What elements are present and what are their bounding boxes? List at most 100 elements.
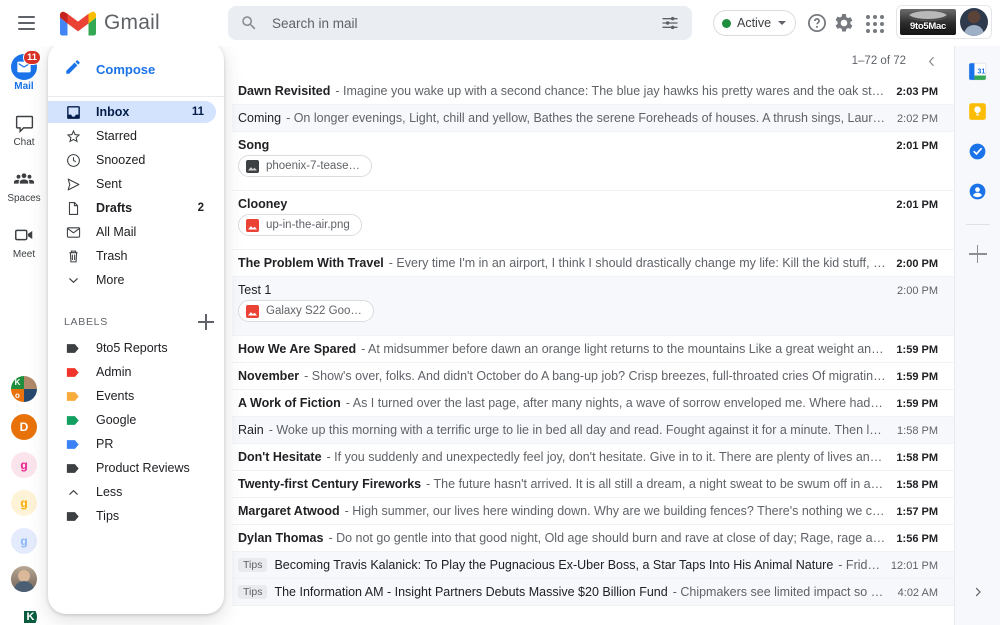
email-subject: Don't Hesitate (238, 450, 322, 464)
account-logo-text: 9to5Mac (910, 21, 946, 32)
email-snippet: - Do not go gentle into that good night,… (328, 531, 886, 545)
sidebar-label-pr[interactable]: PR (48, 433, 216, 455)
inbox-icon (64, 103, 82, 121)
search-input[interactable] (270, 14, 660, 32)
tasks-icon[interactable] (967, 140, 989, 162)
sidebar-item-snoozed[interactable]: Snoozed (48, 149, 216, 171)
attachment-chip[interactable]: phoenix-7-tease… (238, 155, 372, 177)
sidebar-item-label: Starred (96, 129, 137, 143)
sidebar-label-product-reviews[interactable]: Product Reviews (48, 457, 216, 479)
status-pill[interactable]: Active (713, 10, 797, 36)
email-timestamp: 2:02 PM (897, 113, 938, 125)
table-row[interactable]: Coming - On longer evenings, Light, chill… (232, 105, 954, 132)
sidebar-item-count: 11 (191, 106, 204, 118)
attachment-chip[interactable]: Galaxy S22 Goo… (238, 300, 374, 322)
email-timestamp: 1:58 PM (897, 425, 938, 437)
calendar-icon[interactable]: 31 (967, 60, 989, 82)
avatar-g-yellow[interactable]: g (11, 490, 37, 516)
avatar-g-pink[interactable]: g (11, 452, 37, 478)
chevron-right-icon[interactable] (967, 581, 989, 603)
sidebar-label-text: Tips (96, 509, 120, 523)
status-label: Active (737, 16, 772, 30)
table-row[interactable]: A Work of Fiction - As I turned over the … (232, 390, 954, 417)
labels-header: LABELS (48, 309, 224, 335)
rail-item-mail[interactable]: 11 Mail (0, 46, 48, 102)
sidebar-label-text: Less (96, 485, 123, 499)
group-avatar-2[interactable]: K (11, 604, 37, 625)
table-row[interactable]: Dylan Thomas - Do not go gentle into that… (232, 525, 954, 552)
email-timestamp: 2:00 PM (897, 285, 938, 297)
email-snippet: - Imagine you wake up with a second chan… (335, 84, 886, 98)
email-row-content: Dawn Revisited - Imagine you wake up with… (238, 78, 886, 104)
compose-button[interactable]: Compose (48, 48, 224, 90)
table-row[interactable]: How We Are Spared - At midsummer before d… (232, 336, 954, 363)
sidebar-label-tips[interactable]: Tips (48, 505, 216, 527)
sidebar-item-starred[interactable]: Starred (48, 125, 216, 147)
rail-item-spaces[interactable]: Spaces (0, 158, 48, 214)
table-row[interactable]: The Problem With Travel - Every time I'm … (232, 250, 954, 277)
table-row[interactable]: Rain - Woke up this morning with a terrif… (232, 417, 954, 444)
sidebar-label-less[interactable]: Less (48, 481, 216, 503)
rail-item-meet[interactable]: Meet (0, 214, 48, 270)
contacts-icon[interactable] (967, 180, 989, 202)
group-avatar-1[interactable]: Ko (11, 376, 37, 402)
side-panel-divider (965, 224, 990, 225)
email-timestamp: 12:01 PM (890, 560, 938, 572)
avatar[interactable] (960, 8, 988, 36)
table-row[interactable]: Test 1 Galaxy S22 Goo… 2:00 PM (232, 277, 954, 336)
attachment-chip[interactable]: up-in-the-air.png (238, 214, 362, 236)
search-options-icon[interactable] (660, 13, 680, 33)
table-row[interactable]: Twenty-first Century Fireworks - The futu… (232, 471, 954, 498)
compose-label: Compose (96, 61, 156, 77)
help-icon[interactable] (805, 11, 829, 35)
avatar-photo[interactable] (11, 566, 37, 592)
email-subject-line: Clooney (238, 197, 886, 211)
sidebar-label-google[interactable]: Google (48, 409, 216, 431)
email-snippet: - High summer, our lives here winding do… (344, 504, 886, 518)
email-timestamp: 1:58 PM (896, 452, 938, 464)
gear-icon[interactable] (831, 11, 855, 35)
email-snippet: - Chipmakers see limited impact so far f… (672, 585, 886, 599)
email-subject-line: Rain - Woke up this morning with a terrif… (238, 423, 886, 437)
account-box[interactable]: 9to5Mac (896, 5, 992, 39)
sidebar-label-events[interactable]: Events (48, 385, 216, 407)
table-row[interactable]: Song phoenix-7-tease… 2:01 PM (232, 132, 954, 191)
sidebar-item-all-mail[interactable]: All Mail (48, 221, 216, 243)
brand: Gmail (60, 10, 160, 37)
table-row[interactable]: Don't Hesitate - If you suddenly and unex… (232, 444, 954, 471)
table-row[interactable]: Margaret Atwood - High summer, our lives … (232, 498, 954, 525)
category-chip[interactable]: Tips (238, 585, 268, 599)
label-tag-icon (64, 411, 82, 429)
sidebar-item-inbox[interactable]: Inbox 11 (48, 101, 216, 123)
chevron-left-icon[interactable] (918, 48, 944, 74)
sidebar-item-trash[interactable]: Trash (48, 245, 216, 267)
sidebar-label-9to5-reports[interactable]: 9to5 Reports (48, 337, 216, 359)
table-row[interactable]: Clooney up-in-the-air.png 2:01 PM (232, 191, 954, 250)
apps-grid-icon[interactable] (862, 11, 886, 35)
plus-icon[interactable] (968, 245, 987, 263)
email-subject-line: November - Show's over, folks. And didn't… (238, 369, 886, 383)
sidebar-item-sent[interactable]: Sent (48, 173, 216, 195)
sidebar-label-admin[interactable]: Admin (48, 361, 216, 383)
hamburger-icon[interactable] (6, 3, 46, 43)
table-row[interactable]: Dawn Revisited - Imagine you wake up with… (232, 78, 954, 105)
email-snippet: - Every time I'm in an airport, I think … (388, 256, 886, 270)
table-row[interactable]: November - Show's over, folks. And didn't… (232, 363, 954, 390)
sidebar-item-drafts[interactable]: Drafts 2 (48, 197, 216, 219)
sidebar-item-label: Snoozed (96, 153, 146, 167)
email-snippet: - On longer evenings, Light, chill and y… (286, 111, 886, 125)
keep-icon[interactable] (967, 100, 989, 122)
avatar-d[interactable]: D (11, 414, 37, 440)
email-row-content: Tips Becoming Travis Kalanick: To Play th… (238, 552, 881, 578)
rail-item-chat[interactable]: Chat (0, 102, 48, 158)
table-row[interactable]: Tips Becoming Travis Kalanick: To Play th… (232, 552, 954, 579)
email-snippet: - The future hasn't arrived. It is all s… (426, 477, 886, 491)
avatar-g-blue[interactable]: g (11, 528, 37, 554)
table-row[interactable]: Tips The Information AM - Insight Partner… (232, 579, 954, 606)
search-bar[interactable] (228, 6, 692, 40)
sidebar-item-more[interactable]: More (48, 269, 216, 291)
plus-icon[interactable] (198, 314, 214, 330)
email-subject: Rain (238, 423, 264, 437)
clock-icon (64, 151, 82, 169)
category-chip[interactable]: Tips (238, 558, 268, 572)
